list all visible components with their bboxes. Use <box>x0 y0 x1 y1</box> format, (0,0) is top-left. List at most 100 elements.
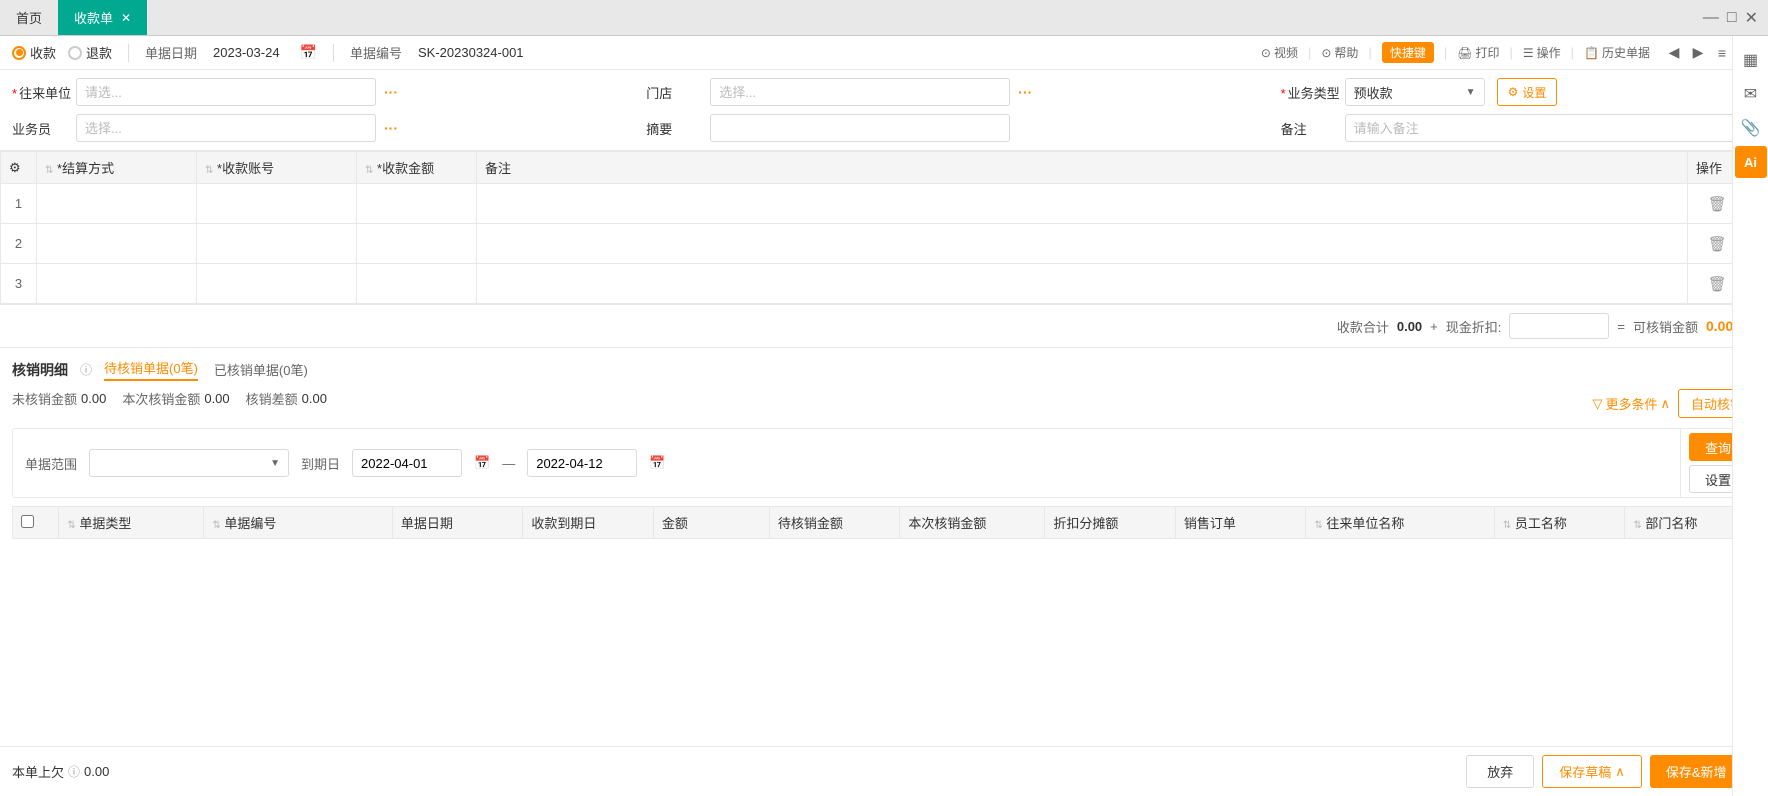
sidebar-clip-icon[interactable]: 📎 <box>1735 112 1767 144</box>
sidebar-mail-icon[interactable]: ✉ <box>1735 78 1767 110</box>
radio-refund[interactable]: 退款 <box>68 43 112 62</box>
store-more-btn[interactable]: ··· <box>1018 84 1032 100</box>
sidebar-ai-icon[interactable]: Ai <box>1735 146 1767 178</box>
row-2-notes-input[interactable] <box>477 224 1687 263</box>
layout-list-icon[interactable]: ≡ <box>1712 43 1732 63</box>
layout-next-icon[interactable]: ▶ <box>1688 43 1708 63</box>
help-btn[interactable]: ⊙ 帮助 <box>1321 44 1358 61</box>
row-1-amount[interactable] <box>357 184 477 224</box>
maximize-icon[interactable]: □ <box>1727 9 1737 27</box>
collection-total-label: 收款合计 <box>1337 317 1389 336</box>
row-1-amount-input[interactable] <box>357 184 476 223</box>
collection-total-value: 0.00 <box>1397 319 1422 334</box>
staff-field: 业务员 ··· <box>12 114 606 142</box>
row-3-settlement-input[interactable] <box>37 264 196 303</box>
operations-label: 操作 <box>1537 44 1561 61</box>
row-2-amount[interactable] <box>357 224 477 264</box>
tab-home[interactable]: 首页 <box>0 0 58 35</box>
range-label: 单据范围 <box>25 454 77 473</box>
staff-label: 业务员 <box>12 119 72 138</box>
row-2-settlement-input[interactable] <box>37 224 196 263</box>
summary-input[interactable] <box>710 114 1010 142</box>
row-2-account[interactable] <box>197 224 357 264</box>
more-conditions-btn[interactable]: ▽ 更多条件 ∧ <box>1592 394 1670 413</box>
save-draft-btn[interactable]: 保存草稿 ∧ <box>1542 755 1642 788</box>
row-3-amount-input[interactable] <box>357 264 476 303</box>
discount-input[interactable] <box>1509 313 1609 339</box>
print-btn[interactable]: 🖨 打印 <box>1457 44 1499 61</box>
layout-prev-icon[interactable]: ◀ <box>1664 43 1684 63</box>
operations-btn[interactable]: ☰ 操作 <box>1523 44 1561 61</box>
date-start-input[interactable] <box>352 449 462 477</box>
row-2-account-input[interactable] <box>197 224 356 263</box>
row-3-notes-input[interactable] <box>477 264 1687 303</box>
shortcut-btn[interactable]: 快捷键 <box>1382 42 1434 63</box>
bottom-info-icon[interactable]: ⓘ <box>68 763 80 780</box>
row-3-notes[interactable] <box>477 264 1688 304</box>
partner-more-btn[interactable]: ··· <box>384 84 398 100</box>
abandon-btn[interactable]: 放弃 <box>1466 755 1534 788</box>
row-2-delete-btn[interactable]: 🗑 <box>1706 233 1729 255</box>
toolbar-divider2 <box>333 44 334 62</box>
tab-receipt-label: 收款单 <box>74 8 113 27</box>
reconcile-header: 核销明细 ⓘ 待核销单据(0笔) 已核销单据(0笔) <box>12 358 1756 381</box>
row-3-amount[interactable] <box>357 264 477 304</box>
pending-tab[interactable]: 待核销单据(0笔) <box>104 358 198 381</box>
row-2-settlement[interactable] <box>37 224 197 264</box>
sidebar-table-icon[interactable]: ▦ <box>1735 44 1767 76</box>
video-btn[interactable]: ⊙ 视频 <box>1261 44 1298 61</box>
range-select[interactable]: ▼ <box>89 449 289 477</box>
row-1-account-input[interactable] <box>197 184 356 223</box>
stat-unclosed-label: 未核销金额 <box>12 389 77 408</box>
history-btn[interactable]: 📋 历史单据 <box>1584 44 1650 61</box>
reconcile-stats-row: 未核销金额 0.00 本次核销金额 0.00 核销差额 0.00 ▽ 更多条件 … <box>12 389 1756 418</box>
bottom-info-label: 本单上欠 <box>12 762 64 781</box>
date-end-input[interactable] <box>527 449 637 477</box>
col-sales-order: 销售订单 <box>1175 507 1306 539</box>
row-1-notes[interactable] <box>477 184 1688 224</box>
reconcile-info-icon[interactable]: ⓘ <box>80 361 92 378</box>
row-3-account[interactable] <box>197 264 357 304</box>
tab-receipt[interactable]: 收款单 ✕ <box>58 0 147 35</box>
summary-label: 摘要 <box>646 119 706 138</box>
notes-input[interactable] <box>1345 114 1756 142</box>
calendar-end-icon[interactable]: 📅 <box>649 455 665 471</box>
date-calendar-icon[interactable]: 📅 <box>300 44 317 61</box>
radio-receipt-dot <box>12 46 26 60</box>
row-2-amount-input[interactable] <box>357 224 476 263</box>
staff-more-btn[interactable]: ··· <box>384 120 398 136</box>
table-header-row: ⚙ ⇅ *结算方式 ⇅ *收款账号 ⇅ *收款金额 备注 <box>1 152 1768 184</box>
row-1-delete-btn[interactable]: 🗑 <box>1706 193 1729 215</box>
table-section: ⚙ ⇅ *结算方式 ⇅ *收款账号 ⇅ *收款金额 备注 <box>0 151 1768 348</box>
col-pending: 待核销金额 <box>769 507 900 539</box>
row-1-settlement-input[interactable] <box>37 184 196 223</box>
radio-receipt[interactable]: 收款 <box>12 43 56 62</box>
close-icon[interactable]: ✕ <box>1745 8 1758 28</box>
table-row: 3 🗑 ⊕ <box>1 264 1768 304</box>
form-settings-btn[interactable]: ⚙ 设置 <box>1497 78 1558 106</box>
notes-label: 备注 <box>1281 119 1341 138</box>
row-3-delete-btn[interactable]: 🗑 <box>1706 273 1729 295</box>
filter-main: 单据范围 ▼ 到期日 📅 — 📅 <box>13 429 1680 497</box>
row-3-account-input[interactable] <box>197 264 356 303</box>
done-tab[interactable]: 已核销单据(0笔) <box>214 360 308 379</box>
select-all-checkbox[interactable] <box>21 515 34 528</box>
partner-input[interactable] <box>76 78 376 106</box>
business-type-select[interactable]: 预收款 ▼ <box>1345 78 1485 106</box>
store-input[interactable] <box>710 78 1010 106</box>
row-1-account[interactable] <box>197 184 357 224</box>
calendar-start-icon[interactable]: 📅 <box>474 455 490 471</box>
col-gear[interactable]: ⚙ <box>1 152 37 184</box>
row-3-num: 3 <box>1 264 37 304</box>
tab-close-icon[interactable]: ✕ <box>121 11 131 25</box>
toolbar-right: ⊙ 视频 | ⊙ 帮助 | 快捷键 | 🖨 打印 | ☰ 操作 | 📋 历史单据… <box>1261 42 1756 63</box>
minimize-icon[interactable]: — <box>1703 9 1719 27</box>
row-3-settlement[interactable] <box>37 264 197 304</box>
row-1-settlement[interactable] <box>37 184 197 224</box>
partner-field: *往来单位 ··· <box>12 78 606 106</box>
row-1-notes-input[interactable] <box>477 184 1687 223</box>
stat-diff-value: 0.00 <box>302 391 327 406</box>
staff-input[interactable] <box>76 114 376 142</box>
row-2-notes[interactable] <box>477 224 1688 264</box>
reconcile-stats: 未核销金额 0.00 本次核销金额 0.00 核销差额 0.00 <box>12 389 327 408</box>
